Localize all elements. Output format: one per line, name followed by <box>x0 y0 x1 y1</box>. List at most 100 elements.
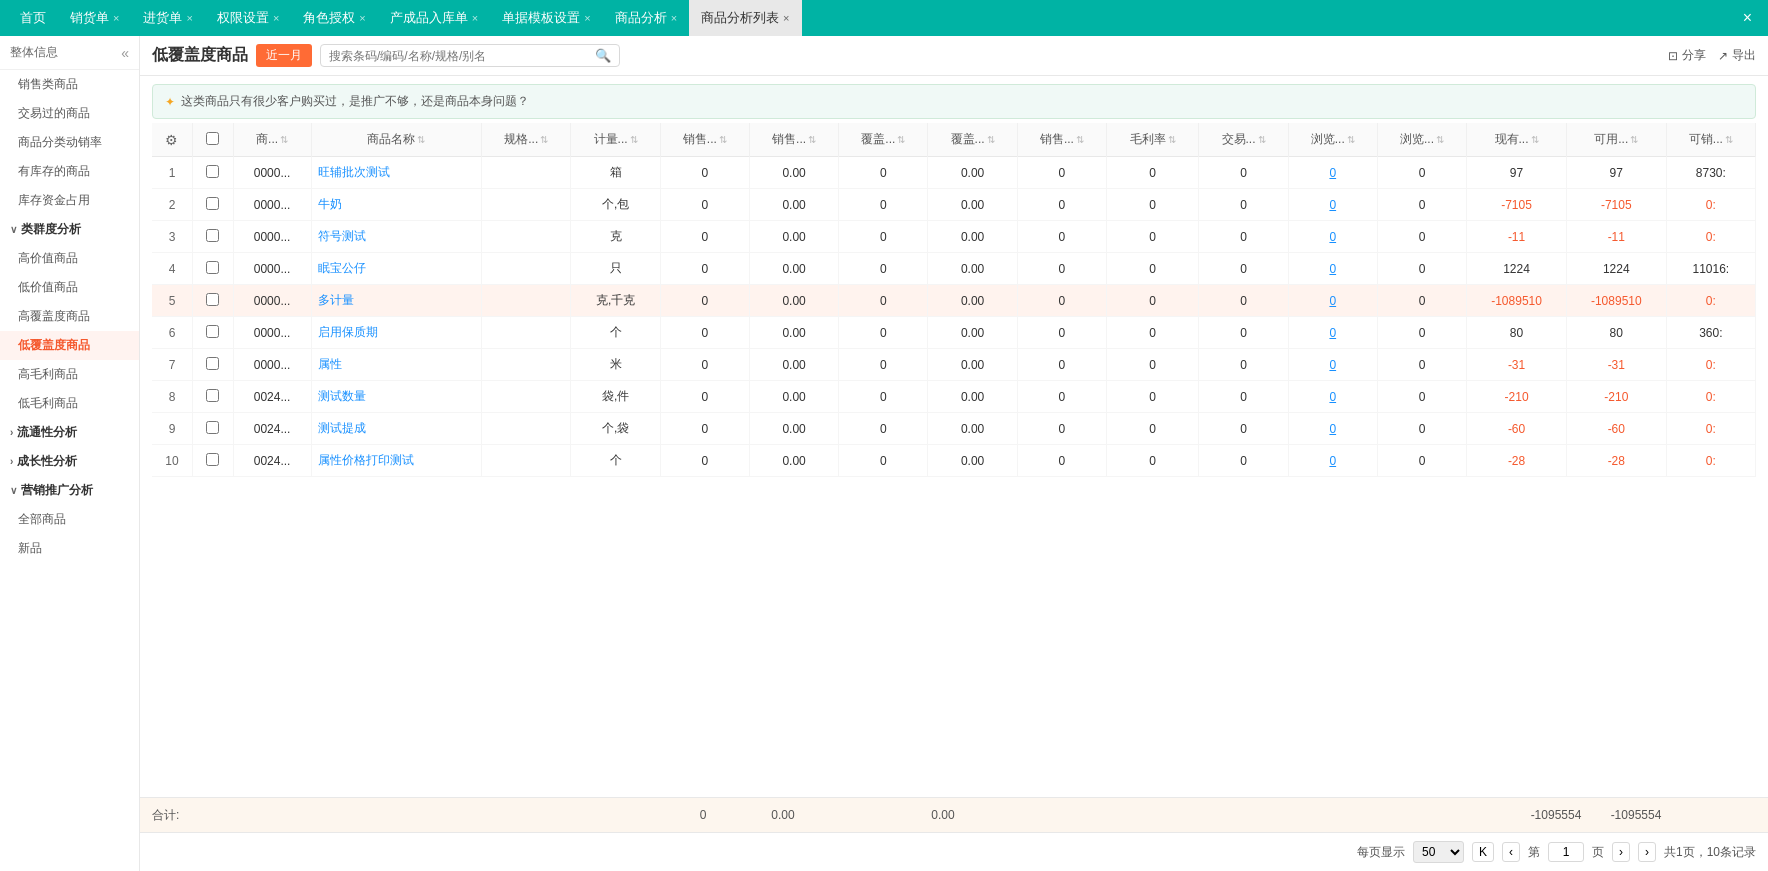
sidebar-item-high-value[interactable]: 高价值商品 <box>0 244 139 273</box>
close-icon[interactable]: × <box>584 12 590 24</box>
nav-product-analysis[interactable]: 商品分析 × <box>603 0 689 36</box>
row-checkbox[interactable] <box>192 445 233 477</box>
nav-purchase-order[interactable]: 进货单 × <box>131 0 204 36</box>
last-page-button[interactable]: › <box>1638 842 1656 862</box>
sidebar-item-low-coverage[interactable]: 低覆盖度商品 <box>0 331 139 360</box>
col-spec[interactable]: 规格...⇅ <box>482 123 571 157</box>
row-spec <box>482 445 571 477</box>
col-stock3[interactable]: 可销...⇅ <box>1666 123 1755 157</box>
row-name[interactable]: 测试提成 <box>311 413 482 445</box>
col-name[interactable]: 商品名称⇅ <box>311 123 482 157</box>
gear-icon[interactable]: ⚙ <box>165 132 178 148</box>
sidebar-group-coverage-analysis[interactable]: ∨ 类群度分析 <box>0 215 139 244</box>
sidebar-item-traded-goods[interactable]: 交易过的商品 <box>0 99 139 128</box>
row-checkbox[interactable] <box>192 157 233 189</box>
sidebar-item-all-goods[interactable]: 全部商品 <box>0 505 139 534</box>
sidebar-group-marketing[interactable]: ∨ 营销推广分析 <box>0 476 139 505</box>
col-browse1[interactable]: 浏览...⇅ <box>1288 123 1377 157</box>
page-size-select[interactable]: 50 100 <box>1413 841 1464 863</box>
row-checkbox[interactable] <box>192 413 233 445</box>
sidebar-item-low-value[interactable]: 低价值商品 <box>0 273 139 302</box>
row-name[interactable]: 牛奶 <box>311 189 482 221</box>
filter-recent-month-button[interactable]: 近一月 <box>256 44 312 67</box>
search-input[interactable] <box>329 49 595 63</box>
nav-product-storage[interactable]: 产成品入库单 × <box>378 0 490 36</box>
share-button[interactable]: ⊡ 分享 <box>1668 47 1706 64</box>
sidebar-item-stocked-goods[interactable]: 有库存的商品 <box>0 157 139 186</box>
window-close-button[interactable]: × <box>1735 9 1760 27</box>
col-unit[interactable]: 计量...⇅ <box>571 123 660 157</box>
nav-product-analysis-list[interactable]: 商品分析列表 × <box>689 0 801 36</box>
row-stock3: 0: <box>1666 221 1755 253</box>
row-checkbox[interactable] <box>192 285 233 317</box>
row-browse1[interactable]: 0 <box>1288 445 1377 477</box>
sidebar-collapse-button[interactable]: « <box>121 45 129 61</box>
nav-home[interactable]: 首页 <box>8 0 58 36</box>
row-browse1[interactable]: 0 <box>1288 189 1377 221</box>
row-browse1[interactable]: 0 <box>1288 381 1377 413</box>
col-stock1[interactable]: 现有...⇅ <box>1467 123 1567 157</box>
nav-permissions[interactable]: 权限设置 × <box>205 0 291 36</box>
row-browse2: 0 <box>1377 285 1466 317</box>
close-icon[interactable]: × <box>113 12 119 24</box>
col-sales3[interactable]: 销售...⇅ <box>1017 123 1106 157</box>
page-number-input[interactable] <box>1548 842 1584 862</box>
row-name[interactable]: 符号测试 <box>311 221 482 253</box>
close-icon[interactable]: × <box>359 12 365 24</box>
sidebar-item-category-sales-rate[interactable]: 商品分类动销率 <box>0 128 139 157</box>
sidebar-item-high-profit[interactable]: 高毛利商品 <box>0 360 139 389</box>
row-name[interactable]: 旺辅批次测试 <box>311 157 482 189</box>
close-icon[interactable]: × <box>671 12 677 24</box>
row-name[interactable]: 多计量 <box>311 285 482 317</box>
sidebar-group-liquidity[interactable]: › 流通性分析 <box>0 418 139 447</box>
col-trade[interactable]: 交易...⇅ <box>1199 123 1288 157</box>
row-name[interactable]: 测试数量 <box>311 381 482 413</box>
row-browse1[interactable]: 0 <box>1288 349 1377 381</box>
row-checkbox[interactable] <box>192 189 233 221</box>
col-profit[interactable]: 毛利率⇅ <box>1107 123 1199 157</box>
next-page-button[interactable]: › <box>1612 842 1630 862</box>
close-icon[interactable]: × <box>472 12 478 24</box>
row-name[interactable]: 眠宝公仔 <box>311 253 482 285</box>
sidebar-item-sales-goods[interactable]: 销售类商品 <box>0 70 139 99</box>
export-button[interactable]: ↗ 导出 <box>1718 47 1756 64</box>
sidebar-item-inventory-capital[interactable]: 库存资金占用 <box>0 186 139 215</box>
sidebar-item-high-coverage[interactable]: 高覆盖度商品 <box>0 302 139 331</box>
close-icon[interactable]: × <box>783 12 789 24</box>
close-icon[interactable]: × <box>273 12 279 24</box>
close-icon[interactable]: × <box>186 12 192 24</box>
row-browse1[interactable]: 0 <box>1288 253 1377 285</box>
row-name[interactable]: 属性价格打印测试 <box>311 445 482 477</box>
col-cover2[interactable]: 覆盖...⇅ <box>928 123 1017 157</box>
row-checkbox[interactable] <box>192 317 233 349</box>
nav-template-settings[interactable]: 单据模板设置 × <box>490 0 602 36</box>
row-browse1[interactable]: 0 <box>1288 157 1377 189</box>
prev-page-button[interactable]: ‹ <box>1502 842 1520 862</box>
row-browse1[interactable]: 0 <box>1288 413 1377 445</box>
row-code: 0024... <box>233 445 311 477</box>
col-browse2[interactable]: 浏览...⇅ <box>1377 123 1466 157</box>
col-gear[interactable]: ⚙ <box>152 123 192 157</box>
row-name[interactable]: 属性 <box>311 349 482 381</box>
row-checkbox[interactable] <box>192 349 233 381</box>
row-checkbox[interactable] <box>192 221 233 253</box>
col-code[interactable]: 商...⇅ <box>233 123 311 157</box>
sidebar-group-growth[interactable]: › 成长性分析 <box>0 447 139 476</box>
row-browse1[interactable]: 0 <box>1288 221 1377 253</box>
sidebar-item-new-goods[interactable]: 新品 <box>0 534 139 563</box>
col-stock2[interactable]: 可用...⇅ <box>1566 123 1666 157</box>
row-checkbox[interactable] <box>192 381 233 413</box>
row-browse1[interactable]: 0 <box>1288 285 1377 317</box>
nav-role-auth[interactable]: 角色授权 × <box>291 0 377 36</box>
row-checkbox[interactable] <box>192 253 233 285</box>
col-sales1[interactable]: 销售...⇅ <box>660 123 749 157</box>
sidebar-item-low-profit[interactable]: 低毛利商品 <box>0 389 139 418</box>
row-browse1[interactable]: 0 <box>1288 317 1377 349</box>
row-profit: 0 <box>1107 221 1199 253</box>
select-all-checkbox[interactable] <box>206 132 219 145</box>
col-sales2[interactable]: 销售...⇅ <box>749 123 838 157</box>
col-cover1[interactable]: 覆盖...⇅ <box>839 123 928 157</box>
first-page-button[interactable]: K <box>1472 842 1494 862</box>
nav-sales-order[interactable]: 销货单 × <box>58 0 131 36</box>
row-name[interactable]: 启用保质期 <box>311 317 482 349</box>
